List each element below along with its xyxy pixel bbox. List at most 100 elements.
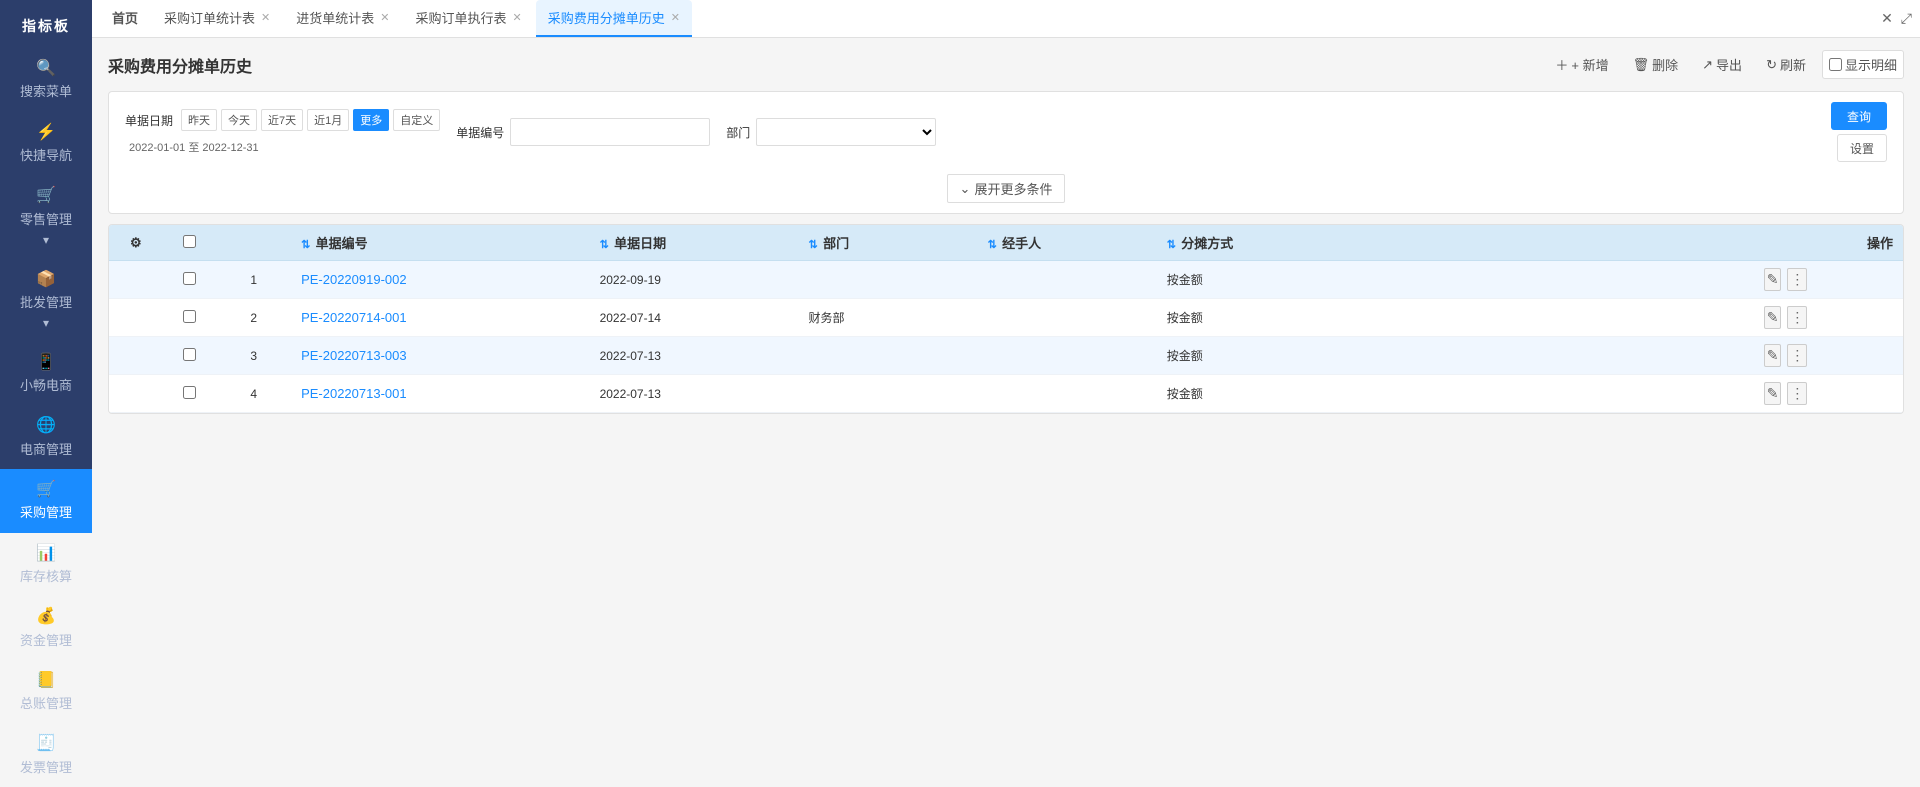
row-date: 2022-07-13 xyxy=(590,375,799,413)
row-settings-cell xyxy=(109,337,163,375)
tab-purchase-summary[interactable]: 采购订单统计表 ✕ xyxy=(152,0,282,37)
tab-close-purchase-exec[interactable]: ✕ xyxy=(513,11,522,24)
row-settings-cell xyxy=(109,299,163,337)
sidebar-item-inventory[interactable]: 📊 库存核算 xyxy=(0,533,92,597)
gear-icon[interactable]: ⚙ xyxy=(130,235,142,250)
filter-row-1: 单据日期 昨天 今天 近7天 近1月 更多 自定义 2022-01-01 至 2… xyxy=(125,102,1887,162)
purchase-icon: 🛒 xyxy=(36,479,56,501)
row-checkbox[interactable] xyxy=(183,310,196,323)
sidebar-item-ledger[interactable]: 📒 总账管理 xyxy=(0,660,92,724)
row-seq: 1 xyxy=(216,261,291,299)
date-btn-1month[interactable]: 近1月 xyxy=(307,109,349,131)
th-settings[interactable]: ⚙ xyxy=(109,225,163,261)
toolbar: ＋ + 新增 🗑 删除 ↗ 导出 ↻ 刷新 显示明细 xyxy=(1547,50,1904,79)
table-row: 2 PE-20220714-001 2022-07-14 财务部 按金额 ✎ ⋮ xyxy=(109,299,1903,337)
tab-close-expense-history[interactable]: ✕ xyxy=(671,11,680,24)
delete-button[interactable]: 🗑 删除 xyxy=(1625,51,1687,78)
tab-inbound-summary[interactable]: 进货单统计表 ✕ xyxy=(284,0,401,37)
sidebar-item-retail[interactable]: 🛒 零售管理 ▾ xyxy=(0,175,92,258)
th-date[interactable]: ⇅ 单据日期 xyxy=(590,225,799,261)
th-handler[interactable]: ⇅ 经手人 xyxy=(978,225,1157,261)
row-doc-no: PE-20220714-001 xyxy=(291,299,590,337)
show-col-button[interactable]: 显示明细 xyxy=(1822,50,1904,79)
tab-close-purchase-summary[interactable]: ✕ xyxy=(261,11,270,24)
row-method: 按金额 xyxy=(1157,375,1754,413)
row-edit-icon[interactable]: ✎ xyxy=(1764,268,1782,291)
sidebar-item-quicknav[interactable]: ⚡ 快捷导航 xyxy=(0,112,92,176)
setting-button[interactable]: 设置 xyxy=(1837,134,1887,162)
row-checkbox-cell xyxy=(163,375,217,413)
dept-select[interactable]: 财务部 xyxy=(756,118,936,146)
sidebar-item-finance[interactable]: 💰 资金管理 xyxy=(0,596,92,660)
row-doc-no: PE-20220713-003 xyxy=(291,337,590,375)
select-all-checkbox[interactable] xyxy=(183,235,196,248)
row-settings-cell xyxy=(109,261,163,299)
row-more-icon[interactable]: ⋮ xyxy=(1787,382,1807,405)
content-area: 采购费用分摊单历史 ＋ + 新增 🗑 删除 ↗ 导出 ↻ 刷新 xyxy=(92,38,1920,511)
sidebar: 指标板 🔍 搜索菜单 ⚡ 快捷导航 🛒 零售管理 ▾ 📦 批发管理 ▾ 📱 小畅… xyxy=(0,0,92,511)
row-dept xyxy=(799,261,978,299)
row-checkbox[interactable] xyxy=(183,386,196,399)
sidebar-item-wholesale[interactable]: 📦 批发管理 ▾ xyxy=(0,259,92,342)
row-edit-icon[interactable]: ✎ xyxy=(1764,382,1782,405)
row-dept xyxy=(799,337,978,375)
tab-bar: 首页 采购订单统计表 ✕ 进货单统计表 ✕ 采购订单执行表 ✕ 采购费用分摊单历… xyxy=(92,0,1920,38)
row-doc-no-link[interactable]: PE-20220713-001 xyxy=(301,386,407,401)
row-dept xyxy=(799,375,978,413)
th-dept[interactable]: ⇅ 部门 xyxy=(799,225,978,261)
th-method[interactable]: ⇅ 分摊方式 xyxy=(1157,225,1754,261)
th-doc-no[interactable]: ⇅ 单据编号 xyxy=(291,225,590,261)
sort-icon-method: ⇅ xyxy=(1167,239,1176,251)
row-doc-no: PE-20220713-001 xyxy=(291,375,590,413)
export-button[interactable]: ↗ 导出 xyxy=(1694,51,1750,78)
sidebar-item-search[interactable]: 🔍 搜索菜单 xyxy=(0,48,92,112)
tab-home[interactable]: 首页 xyxy=(100,0,150,37)
refresh-button[interactable]: ↻ 刷新 xyxy=(1758,51,1814,78)
search-icon: 🔍 xyxy=(36,58,56,80)
date-btn-7days[interactable]: 近7天 xyxy=(261,109,303,131)
doc-no-filter: 单据编号 xyxy=(456,118,710,146)
row-checkbox-cell xyxy=(163,299,217,337)
tab-close-inbound-summary[interactable]: ✕ xyxy=(380,11,389,24)
query-button[interactable]: 查询 xyxy=(1831,102,1887,130)
row-seq: 2 xyxy=(216,299,291,337)
expand-window-icon[interactable]: ⤢ xyxy=(1901,10,1912,27)
doc-no-input[interactable] xyxy=(510,118,710,146)
row-edit-icon[interactable]: ✎ xyxy=(1764,344,1782,367)
row-more-icon[interactable]: ⋮ xyxy=(1787,306,1807,329)
row-handler xyxy=(978,299,1157,337)
row-action: ✎ ⋮ xyxy=(1754,261,1903,299)
date-btn-today[interactable]: 今天 xyxy=(221,109,257,131)
tab-purchase-exec[interactable]: 采购订单执行表 ✕ xyxy=(403,0,533,37)
data-table-container: ⚙ ⇅ 单据编号 ⇅ 单据日期 xyxy=(108,224,1904,414)
row-doc-no-link[interactable]: PE-20220713-003 xyxy=(301,348,407,363)
date-btn-more[interactable]: 更多 xyxy=(353,109,389,131)
date-filter-label: 单据日期 xyxy=(125,112,173,129)
sidebar-item-mini[interactable]: 📱 小畅电商 xyxy=(0,342,92,406)
show-col-checkbox[interactable] xyxy=(1829,58,1842,71)
table-row: 4 PE-20220713-001 2022-07-13 按金额 ✎ ⋮ xyxy=(109,375,1903,413)
date-buttons: 昨天 今天 近7天 近1月 更多 自定义 xyxy=(181,109,440,131)
sidebar-item-ecommerce[interactable]: 🌐 电商管理 xyxy=(0,405,92,469)
tab-expense-history[interactable]: 采购费用分摊单历史 ✕ xyxy=(536,0,692,37)
row-doc-no-link[interactable]: PE-20220919-002 xyxy=(301,272,407,287)
date-btn-custom[interactable]: 自定义 xyxy=(393,109,440,131)
close-window-icon[interactable]: ✕ xyxy=(1881,10,1893,27)
ledger-icon: 📒 xyxy=(36,670,56,692)
ecommerce-icon: 🌐 xyxy=(36,415,56,437)
row-checkbox[interactable] xyxy=(183,348,196,361)
row-doc-no-link[interactable]: PE-20220714-001 xyxy=(301,310,407,325)
row-more-icon[interactable]: ⋮ xyxy=(1787,344,1807,367)
add-button[interactable]: ＋ + 新增 xyxy=(1547,51,1616,78)
sidebar-item-invoice[interactable]: 🧾 发票管理 xyxy=(0,723,92,787)
quicknav-icon: ⚡ xyxy=(36,122,56,144)
table-row: 3 PE-20220713-003 2022-07-13 按金额 ✎ ⋮ xyxy=(109,337,1903,375)
sidebar-item-purchase[interactable]: 🛒 采购管理 xyxy=(0,469,92,533)
row-settings-cell xyxy=(109,375,163,413)
expand-filter-button[interactable]: ⌄ 展开更多条件 xyxy=(947,174,1066,203)
date-btn-yesterday[interactable]: 昨天 xyxy=(181,109,217,131)
row-checkbox[interactable] xyxy=(183,272,196,285)
row-more-icon[interactable]: ⋮ xyxy=(1787,268,1807,291)
row-edit-icon[interactable]: ✎ xyxy=(1764,306,1782,329)
row-method: 按金额 xyxy=(1157,261,1754,299)
